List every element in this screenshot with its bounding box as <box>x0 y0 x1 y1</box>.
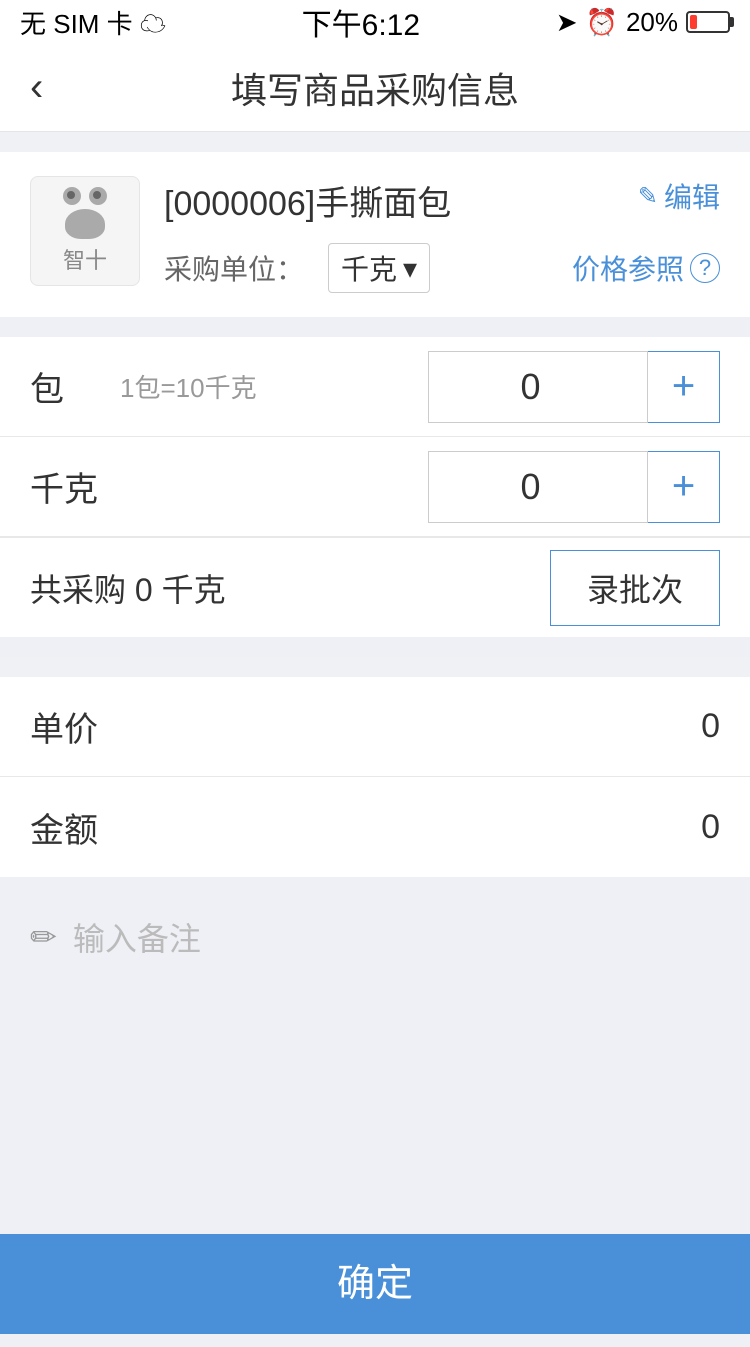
status-bar: 无 SIM 卡 ☁ 下午6:12 ➤ ⏰ 20% <box>0 0 750 44</box>
remark-placeholder: 输入备注 <box>73 914 201 960</box>
product-image: 智十 <box>30 176 140 286</box>
unit-select[interactable]: 千克 ▾ <box>328 243 430 293</box>
edit-button[interactable]: ✎ 编辑 <box>638 176 720 216</box>
input-section: 包 1包=10千克 + 千克 + <box>0 337 750 537</box>
unit-label: 采购单位： <box>164 248 304 288</box>
kg-input-row: 千克 + <box>0 437 750 537</box>
status-time: 下午6:12 <box>302 0 420 44</box>
price-section: 单价 0 金额 0 <box>0 677 750 877</box>
bag-input[interactable] <box>428 351 648 423</box>
bag-sublabel: 1包=10千克 <box>120 368 428 405</box>
bag-input-row: 包 1包=10千克 + <box>0 337 750 437</box>
unit-price-value: 0 <box>701 707 720 746</box>
pencil-icon: ✏ <box>30 918 57 956</box>
total-row: 共采购 0 千克 录批次 <box>0 537 750 637</box>
bag-plus-button[interactable]: + <box>648 351 720 423</box>
amount-row: 金额 0 <box>0 777 750 877</box>
product-info: [0000006]手撕面包 ✎ 编辑 采购单位： 千克 ▾ 价格参照 ? <box>164 176 720 293</box>
alarm-icon: ⏰ <box>586 7 618 38</box>
section-divider-1 <box>0 317 750 337</box>
remark-section[interactable]: ✏ 输入备注 <box>0 877 750 997</box>
status-left: 无 SIM 卡 ☁ <box>20 4 166 41</box>
location-icon: ➤ <box>556 7 578 38</box>
kg-input[interactable] <box>428 451 648 523</box>
product-card: 智十 [0000006]手撕面包 ✎ 编辑 采购单位： 千克 ▾ 价格参照 ? <box>0 152 750 317</box>
status-right: ➤ ⏰ 20% <box>556 7 730 38</box>
bag-label: 包 <box>30 362 110 411</box>
page-title: 填写商品采购信息 <box>231 62 519 114</box>
section-divider-2 <box>0 637 750 657</box>
kg-plus-button[interactable]: + <box>648 451 720 523</box>
help-icon: ? <box>690 253 720 283</box>
battery-icon <box>686 11 730 33</box>
product-logo: 智十 <box>63 187 107 275</box>
unit-price-label: 单价 <box>30 702 98 751</box>
amount-value: 0 <box>701 808 720 847</box>
nav-bar: ‹ 填写商品采购信息 <box>0 44 750 132</box>
kg-input-wrapper: + <box>428 451 720 523</box>
bag-input-wrapper: + <box>428 351 720 423</box>
back-button[interactable]: ‹ <box>30 65 63 110</box>
kg-label: 千克 <box>30 462 110 511</box>
battery-percent: 20% <box>626 7 678 38</box>
edit-icon: ✎ <box>638 182 658 211</box>
amount-label: 金额 <box>30 803 98 852</box>
price-ref-button[interactable]: 价格参照 ? <box>572 248 720 288</box>
total-text: 共采购 0 千克 <box>30 565 226 611</box>
record-batch-button[interactable]: 录批次 <box>550 550 720 626</box>
product-name: [0000006]手撕面包 <box>164 176 451 225</box>
unit-price-row: 单价 0 <box>0 677 750 777</box>
confirm-button[interactable]: 确定 <box>0 1234 750 1334</box>
